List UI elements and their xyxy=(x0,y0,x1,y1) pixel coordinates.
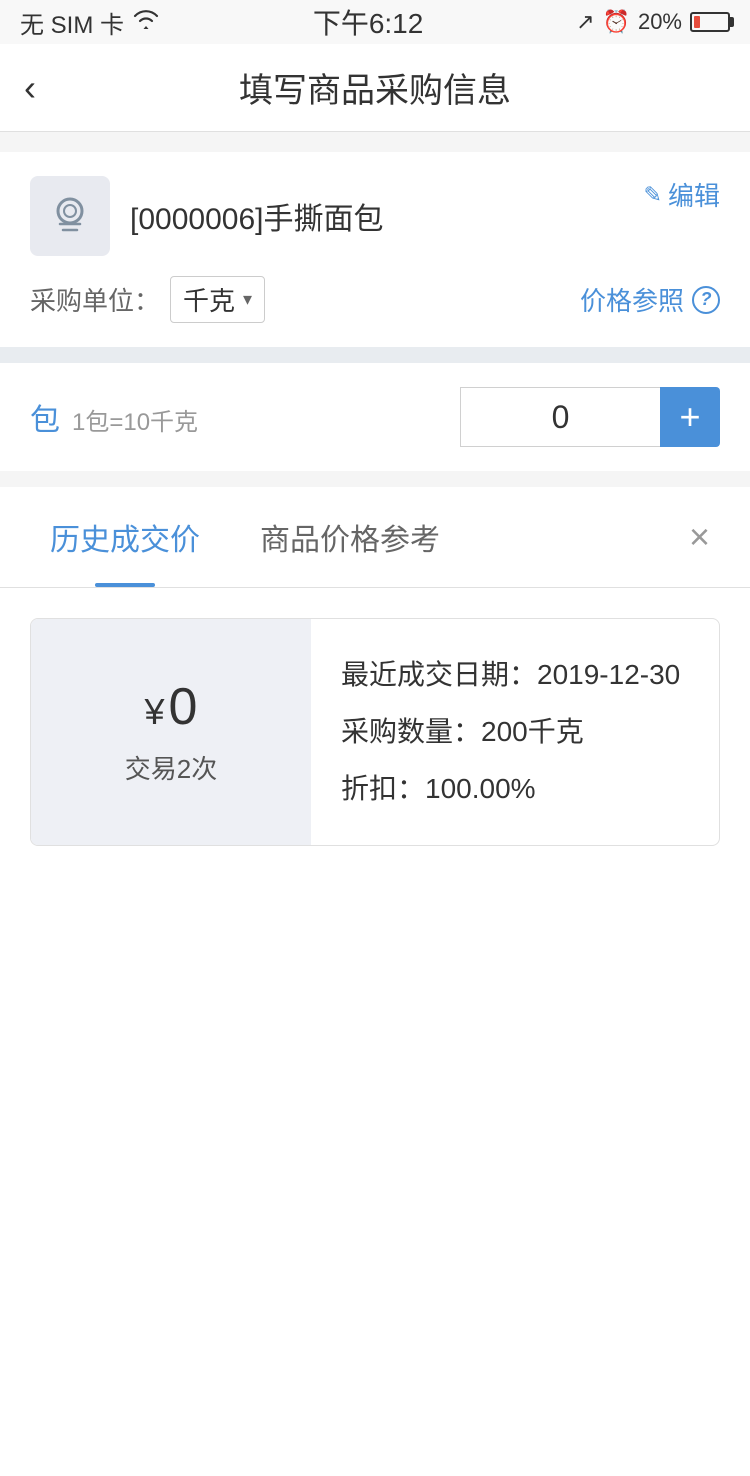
edit-button[interactable]: ✎ 编辑 xyxy=(644,176,720,213)
status-left: 无 SIM 卡 xyxy=(20,5,160,40)
price-display: ¥0 xyxy=(145,677,198,737)
date-value: 2019-12-30 xyxy=(537,659,680,690)
product-image xyxy=(30,176,110,256)
price-ref-icon: ? xyxy=(692,286,720,314)
unit-arrow-icon: ▾ xyxy=(243,289,252,310)
quantity-conversion: 1包=10千克 xyxy=(72,402,198,437)
wifi-icon xyxy=(132,8,160,37)
price-ref-button[interactable]: 价格参照 ? xyxy=(580,281,720,318)
nav-bar: ‹ 填写商品采购信息 xyxy=(0,44,750,132)
discount-label: 折扣： xyxy=(341,773,425,804)
price-detail-date: 最近成交日期：2019-12-30 xyxy=(341,655,689,694)
status-bar: 无 SIM 卡 下午6:12 ↗ ⏰ 20% xyxy=(0,0,750,44)
product-left: [0000006]手撕面包 xyxy=(30,176,383,256)
battery-indicator xyxy=(690,12,730,32)
price-detail-discount: 折扣：100.00% xyxy=(341,769,689,808)
date-label: 最近成交日期： xyxy=(341,659,537,690)
page-title: 填写商品采购信息 xyxy=(239,63,511,112)
quantity-input[interactable] xyxy=(460,387,660,447)
battery-percent: 20% xyxy=(638,9,682,35)
quantity-unit: 包 xyxy=(30,395,60,439)
edit-icon: ✎ xyxy=(644,182,662,208)
unit-select[interactable]: 千克 ▾ xyxy=(170,276,265,323)
price-amount: 0 xyxy=(169,678,198,736)
section-divider xyxy=(0,347,750,363)
quantity-input-group: + xyxy=(460,387,720,447)
product-name: [0000006]手撕面包 xyxy=(130,194,383,238)
price-ref-label: 价格参照 xyxy=(580,281,684,318)
trade-count: 交易2次 xyxy=(125,749,217,786)
tab-history-price[interactable]: 历史成交价 xyxy=(30,487,220,587)
product-unit-row: 采购单位： 千克 ▾ 价格参照 ? xyxy=(30,276,720,323)
quantity-plus-button[interactable]: + xyxy=(660,387,720,447)
discount-value: 100.00% xyxy=(425,773,536,804)
history-content: ¥0 交易2次 最近成交日期：2019-12-30 采购数量：200千克 折扣：… xyxy=(0,588,750,876)
alarm-icon: ⏰ xyxy=(603,9,630,35)
location-icon: ↗ xyxy=(576,9,594,35)
price-card-left: ¥0 交易2次 xyxy=(31,619,311,845)
carrier-label: 无 SIM 卡 xyxy=(20,5,124,40)
price-detail-quantity: 采购数量：200千克 xyxy=(341,712,689,751)
tab-product-price-ref[interactable]: 商品价格参考 xyxy=(240,487,460,587)
price-card-right: 最近成交日期：2019-12-30 采购数量：200千克 折扣：100.00% xyxy=(311,619,719,845)
quantity-label: 采购数量： xyxy=(341,716,481,747)
tab-close-button[interactable]: × xyxy=(679,506,720,568)
price-card: ¥0 交易2次 最近成交日期：2019-12-30 采购数量：200千克 折扣：… xyxy=(30,618,720,846)
status-time: 下午6:12 xyxy=(313,2,424,42)
product-header: [0000006]手撕面包 ✎ 编辑 xyxy=(30,176,720,256)
quantity-value: 200千克 xyxy=(481,716,584,747)
unit-label: 采购单位： xyxy=(30,281,160,318)
back-button[interactable]: ‹ xyxy=(24,67,36,109)
edit-label: 编辑 xyxy=(668,176,720,213)
quantity-label: 包 1包=10千克 xyxy=(30,395,198,439)
main-content-area xyxy=(0,876,750,1476)
quantity-row: 包 1包=10千克 + xyxy=(0,363,750,471)
currency-symbol: ¥ xyxy=(145,691,165,732)
unit-value: 千克 xyxy=(183,281,235,318)
status-right: ↗ ⏰ 20% xyxy=(576,9,730,35)
tabs-container: 历史成交价 商品价格参考 × xyxy=(0,487,750,588)
tabs-list: 历史成交价 商品价格参考 xyxy=(30,487,460,587)
product-card: [0000006]手撕面包 ✎ 编辑 采购单位： 千克 ▾ 价格参照 ? xyxy=(0,152,750,347)
